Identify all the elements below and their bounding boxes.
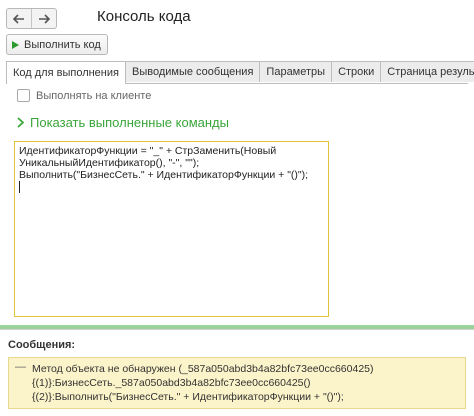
- history-nav: [6, 8, 57, 29]
- messages-label: Сообщения:: [8, 339, 76, 351]
- code-line: УникальныйИдентификатор(), "-", "");: [19, 157, 200, 169]
- tab-strings[interactable]: Строки: [331, 61, 382, 82]
- tab-code[interactable]: Код для выполнения: [6, 61, 126, 84]
- run-on-client-label: Выполнять на клиенте: [36, 89, 152, 102]
- run-code-button[interactable]: Выполнить код: [6, 34, 108, 55]
- code-line: ИдентификаторФункции = "_" + СтрЗаменить…: [19, 145, 277, 157]
- page-title: Консоль кода: [97, 8, 191, 25]
- tab-result-page[interactable]: Страница результат: [380, 61, 474, 82]
- run-code-label: Выполнить код: [24, 38, 101, 51]
- code-editor[interactable]: ИдентификаторФункции = "_" + СтрЗаменить…: [14, 141, 329, 317]
- show-commands-toggle[interactable]: Показать выполненные команды: [17, 115, 229, 130]
- arrow-left-icon: [13, 13, 24, 24]
- divider: [0, 329, 474, 330]
- tab-bar: Код для выполнения Выводимые сообщения П…: [6, 61, 474, 84]
- message-list: — Метод объекта не обнаружен (_587a050ab…: [8, 357, 466, 409]
- chevron-right-icon: [17, 117, 24, 128]
- message-line: {(1)}:БизнесСеть._587a050abd3b4a82bfc73e…: [32, 377, 311, 389]
- run-on-client-checkbox[interactable]: [17, 89, 30, 102]
- message-line: Метод объекта не обнаружен (_587a050abd3…: [32, 363, 374, 375]
- arrow-right-icon: [39, 13, 50, 24]
- tab-parameters[interactable]: Параметры: [259, 61, 333, 82]
- message-line: {(2)}:Выполнить("БизнесСеть." + Идентифи…: [32, 391, 344, 403]
- run-on-client-option[interactable]: Выполнять на клиенте: [17, 89, 151, 102]
- play-icon: [12, 40, 19, 49]
- code-line: Выполнить("БизнесСеть." + ИдентификаторФ…: [19, 169, 309, 181]
- text-cursor: [19, 181, 20, 193]
- show-commands-label: Показать выполненные команды: [30, 115, 229, 130]
- forward-button[interactable]: [31, 9, 56, 28]
- tab-output-messages[interactable]: Выводимые сообщения: [124, 61, 261, 82]
- message-bullet: —: [15, 361, 26, 373]
- back-button[interactable]: [7, 9, 31, 28]
